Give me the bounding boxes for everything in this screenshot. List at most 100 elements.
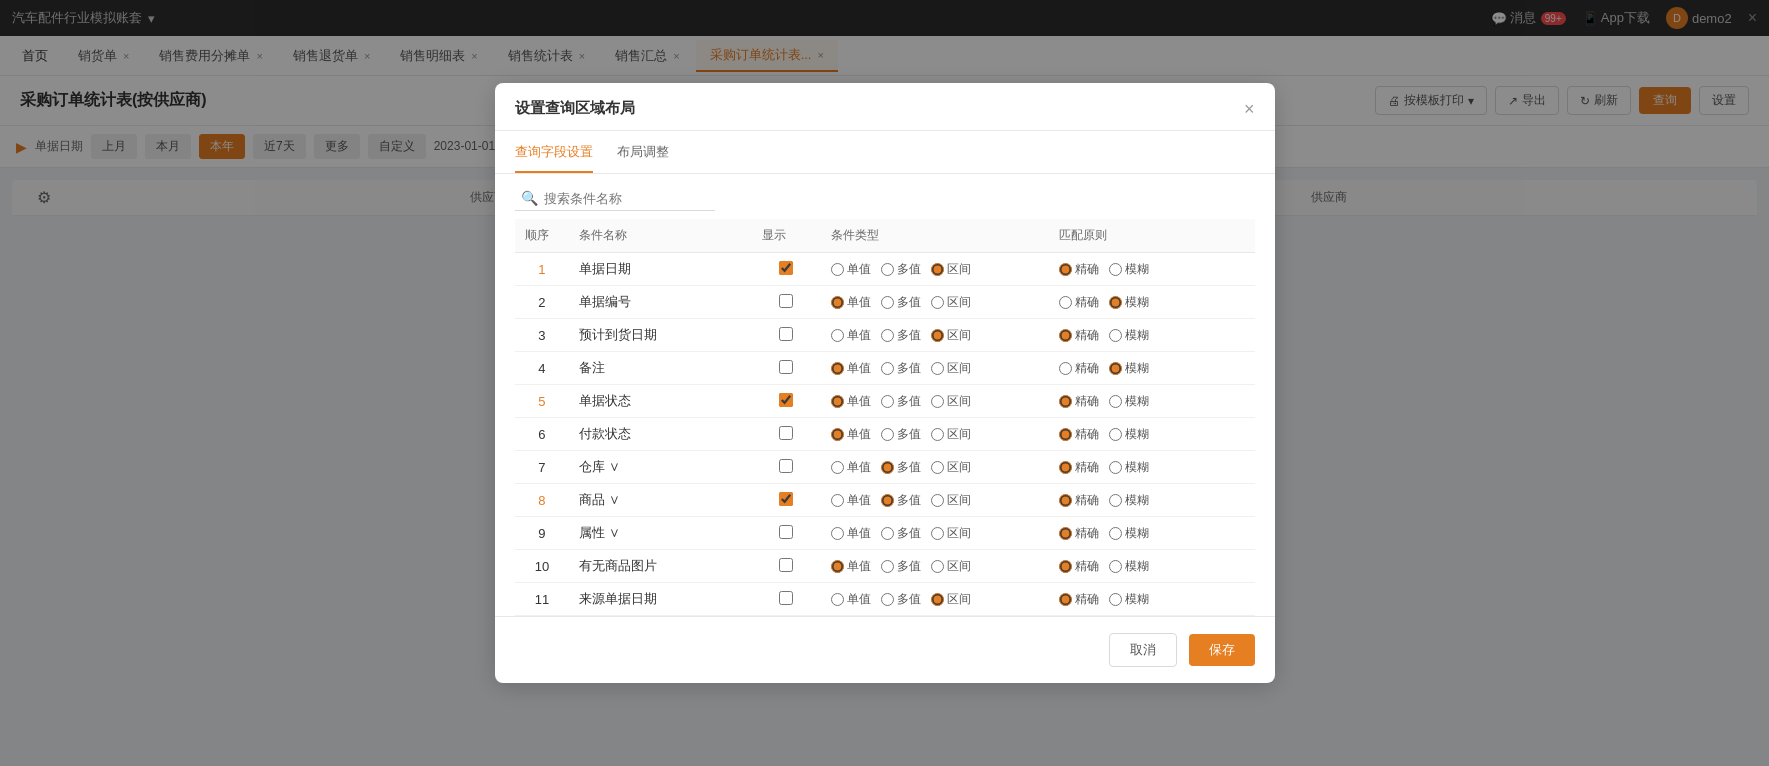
row-display-cell bbox=[752, 253, 821, 286]
match-radio-item[interactable]: 模糊 bbox=[1109, 558, 1149, 575]
match-radio-item[interactable]: 模糊 bbox=[1109, 360, 1149, 377]
match-radio-item[interactable]: 模糊 bbox=[1109, 294, 1149, 311]
match-radio-item[interactable]: 模糊 bbox=[1109, 426, 1149, 443]
type-radio-item[interactable]: 区间 bbox=[931, 393, 971, 410]
th-display: 显示 bbox=[752, 219, 821, 253]
display-checkbox[interactable] bbox=[779, 360, 793, 374]
display-checkbox[interactable] bbox=[779, 525, 793, 539]
display-checkbox[interactable] bbox=[779, 261, 793, 275]
match-radio-item[interactable]: 精确 bbox=[1059, 459, 1099, 476]
type-radio-item[interactable]: 区间 bbox=[931, 294, 971, 311]
display-checkbox[interactable] bbox=[779, 558, 793, 572]
type-radio-item[interactable]: 区间 bbox=[931, 591, 971, 608]
row-name: 来源单据日期 bbox=[569, 583, 752, 616]
row-name: 有无商品图片 bbox=[569, 550, 752, 583]
type-radio-item[interactable]: 区间 bbox=[931, 525, 971, 542]
match-radio-item[interactable]: 精确 bbox=[1059, 393, 1099, 410]
type-radio-item[interactable]: 单值 bbox=[831, 393, 871, 410]
type-radio-item[interactable]: 单值 bbox=[831, 492, 871, 509]
type-radio-item[interactable]: 区间 bbox=[931, 558, 971, 575]
type-radio-item[interactable]: 单值 bbox=[831, 558, 871, 575]
type-radio-item[interactable]: 多值 bbox=[881, 459, 921, 476]
match-radio-item[interactable]: 模糊 bbox=[1109, 261, 1149, 278]
type-radio-item[interactable]: 区间 bbox=[931, 426, 971, 443]
display-checkbox[interactable] bbox=[779, 492, 793, 506]
display-checkbox[interactable] bbox=[779, 459, 793, 473]
row-order: 3 bbox=[515, 319, 570, 352]
type-radio-item[interactable]: 单值 bbox=[831, 261, 871, 278]
type-radio-item[interactable]: 区间 bbox=[931, 492, 971, 509]
match-radio-item[interactable]: 模糊 bbox=[1109, 525, 1149, 542]
modal-table-header: 顺序 条件名称 显示 条件类型 匹配原则 bbox=[515, 219, 1255, 253]
type-radio-item[interactable]: 多值 bbox=[881, 327, 921, 344]
type-radio-group: 单值多值区间 bbox=[831, 459, 1039, 476]
modal-search-area: 🔍 bbox=[495, 174, 1275, 219]
row-type-cell: 单值多值区间 bbox=[821, 451, 1049, 484]
display-checkbox[interactable] bbox=[779, 327, 793, 341]
type-radio-item[interactable]: 多值 bbox=[881, 558, 921, 575]
match-radio-item[interactable]: 精确 bbox=[1059, 525, 1099, 542]
match-radio-item[interactable]: 精确 bbox=[1059, 360, 1099, 377]
match-radio-group: 精确模糊 bbox=[1059, 426, 1245, 443]
match-radio-item[interactable]: 模糊 bbox=[1109, 393, 1149, 410]
th-order: 顺序 bbox=[515, 219, 570, 253]
match-radio-item[interactable]: 模糊 bbox=[1109, 459, 1149, 476]
type-radio-item[interactable]: 多值 bbox=[881, 426, 921, 443]
row-order: 5 bbox=[515, 385, 570, 418]
display-checkbox[interactable] bbox=[779, 393, 793, 407]
row-type-cell: 单值多值区间 bbox=[821, 550, 1049, 583]
match-radio-item[interactable]: 精确 bbox=[1059, 558, 1099, 575]
match-radio-group: 精确模糊 bbox=[1059, 492, 1245, 509]
display-checkbox[interactable] bbox=[779, 426, 793, 440]
type-radio-item[interactable]: 多值 bbox=[881, 525, 921, 542]
match-radio-item[interactable]: 精确 bbox=[1059, 327, 1099, 344]
match-radio-group: 精确模糊 bbox=[1059, 327, 1245, 344]
type-radio-item[interactable]: 单值 bbox=[831, 360, 871, 377]
save-btn[interactable]: 保存 bbox=[1189, 634, 1255, 666]
row-display-cell bbox=[752, 418, 821, 451]
type-radio-item[interactable]: 区间 bbox=[931, 327, 971, 344]
display-checkbox[interactable] bbox=[779, 591, 793, 605]
modal-search-input[interactable] bbox=[544, 191, 704, 206]
type-radio-item[interactable]: 单值 bbox=[831, 591, 871, 608]
type-radio-item[interactable]: 多值 bbox=[881, 261, 921, 278]
row-match-cell: 精确模糊 bbox=[1049, 583, 1255, 616]
modal-header: 设置查询区域布局 × bbox=[495, 83, 1275, 131]
modal-tab-query[interactable]: 查询字段设置 bbox=[515, 143, 593, 173]
type-radio-item[interactable]: 多值 bbox=[881, 393, 921, 410]
type-radio-item[interactable]: 单值 bbox=[831, 426, 871, 443]
type-radio-item[interactable]: 单值 bbox=[831, 525, 871, 542]
display-checkbox[interactable] bbox=[779, 294, 793, 308]
cancel-btn[interactable]: 取消 bbox=[1109, 633, 1177, 667]
type-radio-item[interactable]: 区间 bbox=[931, 360, 971, 377]
type-radio-item[interactable]: 区间 bbox=[931, 459, 971, 476]
type-radio-item[interactable]: 单值 bbox=[831, 327, 871, 344]
type-radio-item[interactable]: 多值 bbox=[881, 294, 921, 311]
match-radio-item[interactable]: 模糊 bbox=[1109, 327, 1149, 344]
row-display-cell bbox=[752, 550, 821, 583]
type-radio-item[interactable]: 单值 bbox=[831, 459, 871, 476]
match-radio-item[interactable]: 精确 bbox=[1059, 426, 1099, 443]
type-radio-item[interactable]: 单值 bbox=[831, 294, 871, 311]
row-display-cell bbox=[752, 451, 821, 484]
type-radio-item[interactable]: 区间 bbox=[931, 261, 971, 278]
type-radio-item[interactable]: 多值 bbox=[881, 360, 921, 377]
type-radio-group: 单值多值区间 bbox=[831, 558, 1039, 575]
match-radio-item[interactable]: 精确 bbox=[1059, 261, 1099, 278]
type-radio-group: 单值多值区间 bbox=[831, 426, 1039, 443]
modal-tab-layout[interactable]: 布局调整 bbox=[617, 143, 669, 173]
match-radio-item[interactable]: 精确 bbox=[1059, 492, 1099, 509]
match-radio-item[interactable]: 精确 bbox=[1059, 294, 1099, 311]
type-radio-item[interactable]: 多值 bbox=[881, 591, 921, 608]
match-radio-item[interactable]: 精确 bbox=[1059, 591, 1099, 608]
row-match-cell: 精确模糊 bbox=[1049, 418, 1255, 451]
table-row: 2单据编号单值多值区间精确模糊 bbox=[515, 286, 1255, 319]
modal-close-btn[interactable]: × bbox=[1244, 100, 1255, 118]
row-name: 单据日期 bbox=[569, 253, 752, 286]
type-radio-item[interactable]: 多值 bbox=[881, 492, 921, 509]
table-row: 11来源单据日期单值多值区间精确模糊 bbox=[515, 583, 1255, 616]
modal-footer: 取消 保存 bbox=[495, 616, 1275, 668]
match-radio-item[interactable]: 模糊 bbox=[1109, 492, 1149, 509]
match-radio-item[interactable]: 模糊 bbox=[1109, 591, 1149, 608]
type-radio-group: 单值多值区间 bbox=[831, 591, 1039, 608]
